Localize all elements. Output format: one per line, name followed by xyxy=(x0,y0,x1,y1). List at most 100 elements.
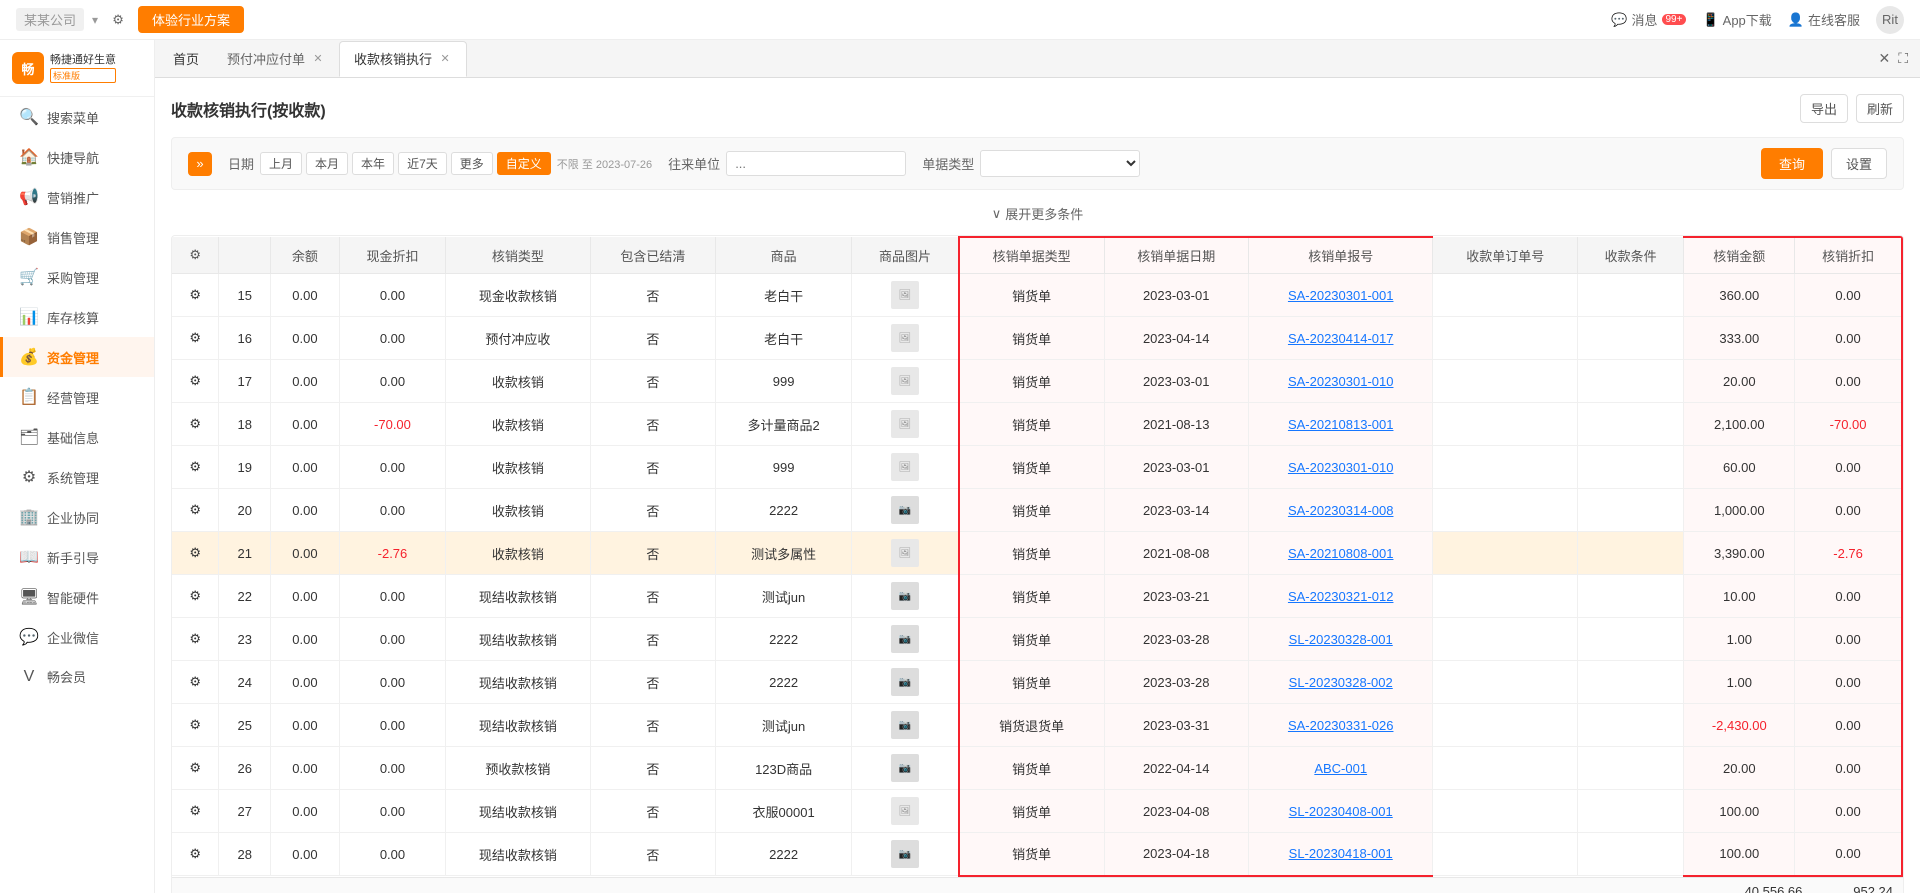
cell-writeoff_bill_type: 销货单 xyxy=(959,747,1104,790)
filter-settings-button[interactable]: 设置 xyxy=(1831,148,1887,179)
tab-close-icon[interactable]: ✕ xyxy=(311,52,325,66)
company-selector[interactable]: 某某公司 xyxy=(16,8,84,31)
sidebar-item-marketing[interactable]: 📢 营销推广 xyxy=(0,177,154,217)
cell-settings[interactable]: ⚙ xyxy=(172,618,219,661)
cell-settings[interactable]: ⚙ xyxy=(172,403,219,446)
query-button[interactable]: 查询 xyxy=(1761,148,1823,179)
cell-settings[interactable]: ⚙ xyxy=(172,661,219,704)
cell-row_no: 18 xyxy=(219,403,271,446)
cell-included: 否 xyxy=(590,403,715,446)
cell-writeoff_bill_no[interactable]: SL-20230408-001 xyxy=(1248,790,1433,833)
bill-no-link[interactable]: SL-20230328-001 xyxy=(1289,632,1393,647)
expand-more-button[interactable]: ∨ 展开更多条件 xyxy=(988,200,1088,227)
cell-writeoff_bill_no[interactable]: SA-20230331-026 xyxy=(1248,704,1433,747)
billtype-select[interactable] xyxy=(980,150,1140,177)
cell-settings[interactable]: ⚙ xyxy=(172,360,219,403)
date-btn-last-month[interactable]: 上月 xyxy=(260,152,302,175)
date-btn-7days[interactable]: 近7天 xyxy=(398,152,447,175)
close-tab-icon[interactable]: ✕ xyxy=(1878,50,1890,67)
sidebar-item-system[interactable]: ⚙ 系统管理 xyxy=(0,457,154,497)
cell-writeoff_bill_no[interactable]: SA-20230301-010 xyxy=(1248,360,1433,403)
bill-no-link[interactable]: ABC-001 xyxy=(1314,761,1367,776)
bill-no-link[interactable]: SA-20230314-008 xyxy=(1288,503,1394,518)
app-download-button[interactable]: 📱 App下载 xyxy=(1702,10,1771,29)
cell-writeoff_bill_no[interactable]: SA-20210808-001 xyxy=(1248,532,1433,575)
cell-writeoff_bill_no[interactable]: SL-20230328-001 xyxy=(1248,618,1433,661)
tab-home[interactable]: 首页 xyxy=(159,41,213,77)
trial-industry-button[interactable]: 体验行业方案 xyxy=(138,6,244,33)
cell-writeoff_bill_no[interactable]: SA-20230301-010 xyxy=(1248,446,1433,489)
tab-prepay[interactable]: 预付冲应付单✕ xyxy=(213,41,339,77)
export-button[interactable]: 导出 xyxy=(1800,94,1848,123)
sales-icon: 📦 xyxy=(19,227,39,247)
bill-no-link[interactable]: SA-20230331-026 xyxy=(1288,718,1394,733)
notification-button[interactable]: 💬 消息 99+ xyxy=(1611,10,1686,29)
date-btn-this-year[interactable]: 本年 xyxy=(352,152,394,175)
cell-settings[interactable]: ⚙ xyxy=(172,489,219,532)
cell-goods_img: 🖼 xyxy=(852,274,959,317)
sidebar-item-member[interactable]: V 畅会员 xyxy=(0,657,154,696)
sidebar-item-finance[interactable]: 💰 资金管理 xyxy=(0,337,154,377)
bill-no-link[interactable]: SA-20210813-001 xyxy=(1288,417,1394,432)
bill-no-link[interactable]: SA-20230414-017 xyxy=(1288,331,1394,346)
cell-settings[interactable]: ⚙ xyxy=(172,274,219,317)
cell-writeoff_discount: -2.76 xyxy=(1795,532,1902,575)
date-btn-more[interactable]: 更多 xyxy=(451,152,493,175)
cell-settings[interactable]: ⚙ xyxy=(172,532,219,575)
cell-writeoff_bill_no[interactable]: SA-20230321-012 xyxy=(1248,575,1433,618)
partner-input[interactable] xyxy=(726,151,906,176)
date-btn-custom[interactable]: 自定义 xyxy=(497,152,551,175)
cell-included: 否 xyxy=(590,704,715,747)
cell-receipt_order_no xyxy=(1433,274,1577,317)
bill-no-link[interactable]: SA-20210808-001 xyxy=(1288,546,1394,561)
sidebar-item-enterprise[interactable]: 🏢 企业协同 xyxy=(0,497,154,537)
tab-collection[interactable]: 收款核销执行✕ xyxy=(339,41,467,77)
bill-no-link[interactable]: SA-20230301-010 xyxy=(1288,374,1394,389)
filter-expand-button[interactable]: » xyxy=(188,152,212,176)
bill-no-link[interactable]: SL-20230418-001 xyxy=(1289,846,1393,861)
cell-settings[interactable]: ⚙ xyxy=(172,317,219,360)
sidebar-item-base[interactable]: 🗂 基础信息 xyxy=(0,417,154,457)
sidebar-item-hardware[interactable]: 🖥 智能硬件 xyxy=(0,577,154,617)
tab-close-icon[interactable]: ✕ xyxy=(438,52,452,66)
cell-settings[interactable]: ⚙ xyxy=(172,747,219,790)
sidebar-item-guide[interactable]: 📖 新手引导 xyxy=(0,537,154,577)
amount-value: -70.00 xyxy=(374,417,411,432)
cell-writeoff_bill_no[interactable]: SA-20230414-017 xyxy=(1248,317,1433,360)
gear-icon[interactable]: ⚙ xyxy=(106,8,130,32)
bill-no-link[interactable]: SA-20230321-012 xyxy=(1288,589,1394,604)
cell-writeoff_bill_no[interactable]: SA-20230314-008 xyxy=(1248,489,1433,532)
bill-no-link[interactable]: SL-20230328-002 xyxy=(1289,675,1393,690)
cell-settings[interactable]: ⚙ xyxy=(172,704,219,747)
cell-settings[interactable]: ⚙ xyxy=(172,446,219,489)
bill-no-link[interactable]: SL-20230408-001 xyxy=(1289,804,1393,819)
sidebar-item-inventory[interactable]: 📊 库存核算 xyxy=(0,297,154,337)
sidebar-item-business[interactable]: 📋 经营管理 xyxy=(0,377,154,417)
online-service-button[interactable]: 👤 在线客服 xyxy=(1788,10,1860,29)
sidebar-item-sales[interactable]: 📦 销售管理 xyxy=(0,217,154,257)
cell-writeoff_bill_no[interactable]: ABC-001 xyxy=(1248,747,1433,790)
cell-writeoff_discount: 0.00 xyxy=(1795,575,1902,618)
col-header-writeoff_discount: 核销折扣 xyxy=(1795,237,1902,274)
bill-no-link[interactable]: SA-20230301-001 xyxy=(1288,288,1394,303)
sidebar-item-search[interactable]: 🔍 搜索菜单 xyxy=(0,97,154,137)
expand-tab-icon[interactable]: ⛶ xyxy=(1898,50,1908,67)
cell-writeoff_bill_no[interactable]: SA-20230301-001 xyxy=(1248,274,1433,317)
bill-no-link[interactable]: SA-20230301-010 xyxy=(1288,460,1394,475)
cell-writeoff_bill_type: 销货单 xyxy=(959,317,1104,360)
cell-writeoff_bill_no[interactable]: SL-20230418-001 xyxy=(1248,833,1433,876)
sidebar-item-shortcut[interactable]: 🏠 快捷导航 xyxy=(0,137,154,177)
date-btn-this-month[interactable]: 本月 xyxy=(306,152,348,175)
refresh-button[interactable]: 刷新 xyxy=(1856,94,1904,123)
sidebar-item-wechat[interactable]: 💬 企业微信 xyxy=(0,617,154,657)
sidebar-item-purchase[interactable]: 🛒 采购管理 xyxy=(0,257,154,297)
cell-writeoff_bill_no[interactable]: SA-20210813-001 xyxy=(1248,403,1433,446)
cell-writeoff_bill_no[interactable]: SL-20230328-002 xyxy=(1248,661,1433,704)
product-image: 📷 xyxy=(891,840,919,868)
cell-settings[interactable]: ⚙ xyxy=(172,833,219,876)
cell-writeoff_discount: 0.00 xyxy=(1795,833,1902,876)
avatar[interactable]: Rit xyxy=(1876,6,1904,34)
cell-receipt_order_no xyxy=(1433,575,1577,618)
cell-settings[interactable]: ⚙ xyxy=(172,575,219,618)
cell-settings[interactable]: ⚙ xyxy=(172,790,219,833)
